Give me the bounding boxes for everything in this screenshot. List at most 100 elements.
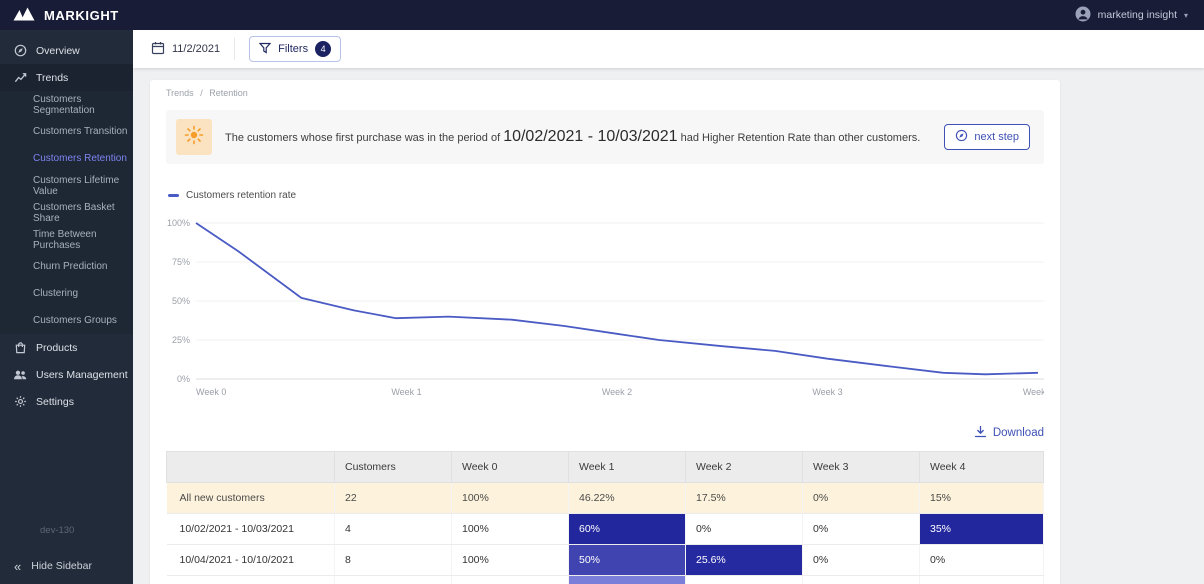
- sidebar-item-trends[interactable]: Trends: [0, 64, 133, 91]
- sidebar-subitem-clustering[interactable]: Clustering: [0, 280, 133, 307]
- chart-legend[interactable]: Customers retention rate: [168, 190, 296, 201]
- overview-icon: [13, 44, 27, 58]
- hide-sidebar-button[interactable]: « Hide Sidebar: [0, 548, 133, 584]
- filters-label: Filters: [278, 43, 309, 55]
- x-axis-tick-label: Week 1: [391, 387, 421, 397]
- trends-icon: [13, 71, 27, 85]
- sidebar-subitem-churn-prediction[interactable]: Churn Prediction: [0, 253, 133, 280]
- retention-chart: 100% 75% 50% 25% 0% Week 0 Week 1 Week 2 Week 3 W…: [166, 211, 1053, 399]
- collapse-icon: «: [14, 558, 22, 574]
- logo[interactable]: MARKIGHT: [13, 7, 119, 24]
- sidebar-item-overview[interactable]: Overview: [0, 37, 133, 64]
- sidebar-item-label: Overview: [36, 44, 80, 57]
- table-cell: 50%: [568, 544, 686, 576]
- retention-line-chart-svg: 100% 75% 50% 25% 0% Week 0 Week 1 Week 2 Week 3 W…: [167, 218, 1053, 397]
- table-cell: 100%: [451, 482, 569, 514]
- date-value: 11/2/2021: [172, 43, 221, 55]
- table-header-row: Customers Week 0 Week 1 Week 2 Week 3 Week 4: [166, 451, 1044, 483]
- table-cell: 100%: [451, 513, 569, 545]
- sidebar-item-label: Trends: [36, 71, 69, 84]
- date-picker[interactable]: 11/2/2021: [151, 41, 220, 58]
- table-header-cell: Week 0: [451, 451, 569, 483]
- insight-text: The customers whose first purchase was i…: [225, 128, 931, 146]
- sidebar-subitem-customers-transition[interactable]: Customers Transition: [0, 118, 133, 145]
- breadcrumb-retention[interactable]: Retention: [209, 88, 248, 98]
- table-cell: [919, 575, 1044, 584]
- table-cell: 0%: [802, 482, 920, 514]
- filters-count-badge: 4: [315, 41, 332, 57]
- next-step-label: next step: [974, 131, 1019, 143]
- table-header-cell: Week 4: [919, 451, 1044, 483]
- sidebar-subitem-customers-groups[interactable]: Customers Groups: [0, 307, 133, 334]
- table-cell: 0%: [919, 544, 1044, 576]
- sidebar-subitem-customers-basket-share[interactable]: Customers Basket Share: [0, 199, 133, 226]
- sidebar-bottom-items: Products Users Management Settings: [0, 334, 133, 415]
- avatar: [1075, 6, 1091, 25]
- insight-banner: The customers whose first purchase was i…: [166, 110, 1044, 164]
- table-header-cell: Customers: [334, 451, 452, 483]
- table-cell: 0%: [685, 513, 803, 545]
- main-content: Trends / Retention The customers whose f…: [133, 68, 1204, 584]
- logo-text: MARKIGHT: [44, 7, 119, 23]
- table-cell: 25.6%: [685, 544, 803, 576]
- sidebar-subitem-customers-retention[interactable]: Customers Retention: [0, 145, 133, 172]
- table-row: [166, 575, 1044, 584]
- row-label: 10/04/2021 - 10/10/2021: [166, 544, 335, 576]
- sidebar-subitem-customers-lifetime-value[interactable]: Customers Lifetime Value: [0, 172, 133, 199]
- filters-button[interactable]: Filters 4: [249, 36, 342, 62]
- calendar-icon: [151, 41, 165, 58]
- table-cell: [568, 575, 686, 584]
- hide-sidebar-label: Hide Sidebar: [31, 560, 92, 572]
- breadcrumb-trends[interactable]: Trends: [166, 88, 194, 98]
- users-icon: [13, 368, 27, 382]
- x-axis-tick-label: Week 4: [1023, 387, 1044, 397]
- table-cell: [685, 575, 803, 584]
- next-step-button[interactable]: next step: [944, 124, 1030, 150]
- filter-icon: [258, 42, 272, 57]
- table-cell: [334, 575, 452, 584]
- table-cell: [802, 575, 920, 584]
- toolbar: 11/2/2021 Filters 4: [133, 30, 1204, 68]
- sidebar-item-products[interactable]: Products: [0, 334, 133, 361]
- account-menu[interactable]: marketing insight ▾: [1075, 6, 1188, 25]
- sidebar-item-settings[interactable]: Settings: [0, 388, 133, 415]
- table-cell: 60%: [568, 513, 686, 545]
- settings-icon: [13, 395, 27, 409]
- x-axis-tick-label: Week 2: [602, 387, 632, 397]
- x-axis-tick-label: Week 3: [812, 387, 842, 397]
- compass-icon: [955, 129, 968, 145]
- download-row: Download: [166, 425, 1044, 441]
- table-cell: 46.22%: [568, 482, 686, 514]
- download-label: Download: [992, 427, 1044, 439]
- table-header-cell: Week 1: [568, 451, 686, 483]
- download-button[interactable]: Download: [974, 425, 1044, 441]
- table-row: All new customers 22 100% 46.22% 17.5% 0% 15%: [166, 482, 1044, 514]
- y-axis-tick-label: 0%: [177, 374, 190, 384]
- legend-marker: [168, 194, 179, 197]
- y-axis-tick-label: 100%: [167, 218, 190, 228]
- sidebar-subitem-customers-segmentation[interactable]: Customers Segmentation: [0, 91, 133, 118]
- sidebar-item-label: Products: [36, 341, 78, 354]
- table-row: 10/02/2021 - 10/03/2021 4 100% 60% 0% 0% 35%: [166, 513, 1044, 545]
- y-axis-tick-label: 50%: [172, 296, 190, 306]
- x-axis-tick-label: Week 0: [196, 387, 226, 397]
- table-cell: 17.5%: [685, 482, 803, 514]
- sidebar: Overview Trends Customers Segmentation Cus…: [0, 30, 133, 584]
- table-cell: [451, 575, 569, 584]
- table-cell: 4: [334, 513, 452, 545]
- products-icon: [13, 341, 27, 355]
- insight-icon-box: [176, 119, 212, 155]
- sidebar-version: dev-130: [40, 525, 75, 536]
- row-label: [166, 575, 335, 584]
- sidebar-subitem-time-between-purchases[interactable]: Time Between Purchases: [0, 226, 133, 253]
- insight-text-after: had Higher Retention Rate than other cus…: [677, 132, 921, 144]
- chevron-down-icon: ▾: [1183, 10, 1188, 20]
- table-cell: 0%: [802, 513, 920, 545]
- sidebar-item-label: Settings: [36, 395, 74, 408]
- breadcrumb: Trends / Retention: [166, 88, 1044, 98]
- breadcrumb-separator: /: [200, 88, 203, 98]
- sidebar-trends-submenu: Customers Segmentation Customers Transiti…: [0, 91, 133, 334]
- app-header: MARKIGHT marketing insight ▾: [0, 0, 1204, 30]
- sidebar-item-users-management[interactable]: Users Management: [0, 361, 133, 388]
